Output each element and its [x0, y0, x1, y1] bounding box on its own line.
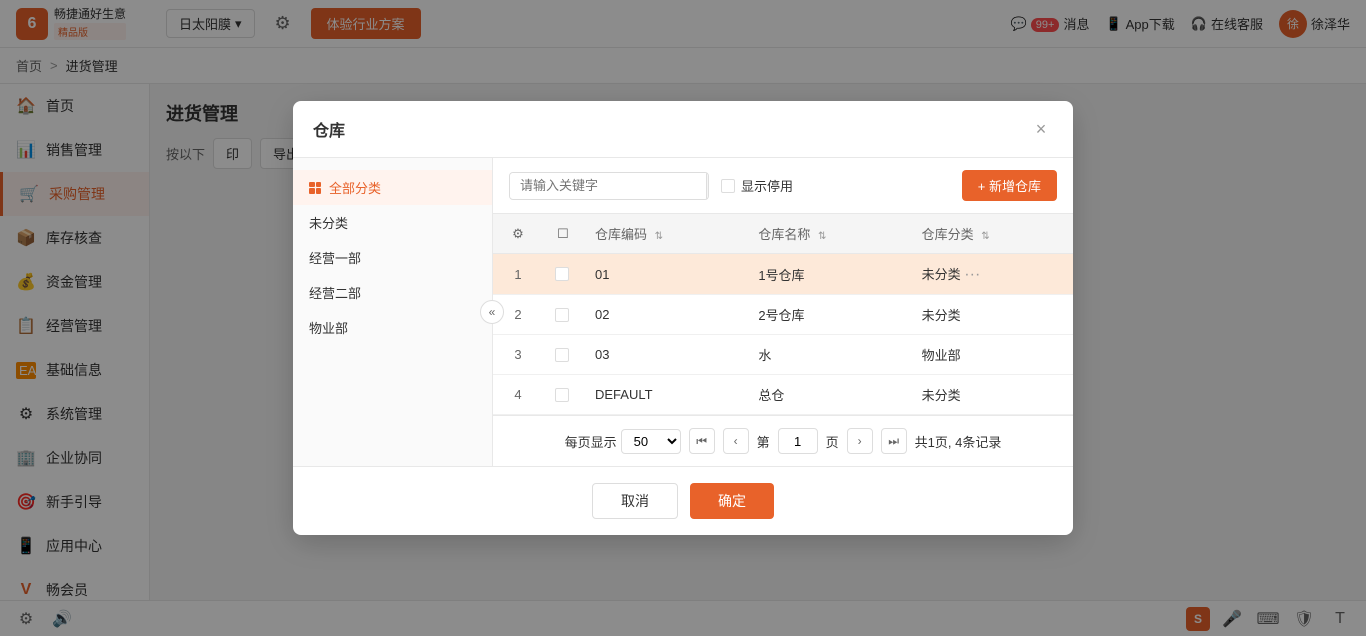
- warehouse-table: ⚙ ☐ 仓库编码 ⇅ 仓库名称 ⇅ 仓库分类 ⇅ 1 01: [493, 214, 1073, 415]
- per-page-dropdown[interactable]: 50 100 200: [621, 429, 681, 454]
- row-category: 物业部 ···: [910, 335, 1073, 375]
- per-page-label: 每页显示: [565, 432, 617, 451]
- row-category: 未分类 ···: [910, 295, 1073, 335]
- add-warehouse-button[interactable]: + 新增仓库: [962, 170, 1057, 201]
- col-code[interactable]: 仓库编码 ⇅: [583, 214, 746, 254]
- row-checkbox[interactable]: [543, 295, 583, 335]
- sort-category-icon[interactable]: ⇅: [981, 231, 989, 242]
- table-row[interactable]: 2 02 2号仓库 未分类 ···: [493, 295, 1073, 335]
- first-page-button[interactable]: ⏮: [689, 428, 715, 454]
- category-prop-label: 物业部: [309, 318, 348, 337]
- row-code: 01: [583, 254, 746, 295]
- row-category: 未分类 ···: [910, 375, 1073, 415]
- row-select-checkbox[interactable]: [555, 308, 569, 322]
- col-settings[interactable]: ⚙: [493, 214, 543, 254]
- right-panel: 🔍 显示停用 + 新增仓库 ⚙: [493, 158, 1073, 466]
- table-row[interactable]: 4 DEFAULT 总仓 未分类 ···: [493, 375, 1073, 415]
- row-index: 1: [493, 254, 543, 295]
- page-suffix: 页: [826, 432, 839, 451]
- dialog-header: 仓库 ×: [293, 101, 1073, 158]
- last-page-button[interactable]: ⏭: [881, 428, 907, 454]
- category-all[interactable]: 全部分类: [293, 170, 492, 205]
- category-op2[interactable]: 经营二部: [293, 275, 492, 310]
- col-checkbox[interactable]: ☐: [543, 214, 583, 254]
- confirm-button[interactable]: 确定: [690, 483, 774, 519]
- row-more-icon[interactable]: ···: [964, 266, 980, 283]
- category-op1[interactable]: 经营一部: [293, 240, 492, 275]
- next-page-button[interactable]: ›: [847, 428, 873, 454]
- search-input[interactable]: [510, 173, 706, 198]
- grid-icon: [309, 182, 321, 194]
- row-name: 总仓: [746, 375, 909, 415]
- col-name[interactable]: 仓库名称 ⇅: [746, 214, 909, 254]
- page-number-input[interactable]: [778, 428, 818, 454]
- row-index: 4: [493, 375, 543, 415]
- category-none[interactable]: 未分类: [293, 205, 492, 240]
- row-code: 03: [583, 335, 746, 375]
- search-button[interactable]: 🔍: [706, 173, 709, 199]
- row-checkbox[interactable]: [543, 375, 583, 415]
- prev-page-button[interactable]: ‹: [723, 428, 749, 454]
- table-container: ⚙ ☐ 仓库编码 ⇅ 仓库名称 ⇅ 仓库分类 ⇅ 1 01: [493, 214, 1073, 415]
- row-name: 水: [746, 335, 909, 375]
- show-disabled-checkbox[interactable]: [721, 179, 735, 193]
- cancel-button[interactable]: 取消: [592, 483, 678, 519]
- row-checkbox[interactable]: [543, 335, 583, 375]
- dialog-body: « 全部分类 未分类 经营一部 经营二部: [293, 158, 1073, 466]
- category-panel: « 全部分类 未分类 经营一部 经营二部: [293, 158, 493, 466]
- row-name: 2号仓库: [746, 295, 909, 335]
- row-name: 1号仓库: [746, 254, 909, 295]
- dialog-title: 仓库: [313, 117, 345, 141]
- category-none-label: 未分类: [309, 213, 348, 232]
- row-select-checkbox[interactable]: [555, 267, 569, 281]
- row-checkbox[interactable]: [543, 254, 583, 295]
- show-disabled-toggle[interactable]: 显示停用: [721, 176, 793, 195]
- sort-name-icon[interactable]: ⇅: [818, 231, 826, 242]
- row-category: 未分类 ···: [910, 254, 1073, 295]
- category-op2-label: 经营二部: [309, 283, 361, 302]
- row-select-checkbox[interactable]: [555, 348, 569, 362]
- dialog-close-button[interactable]: ×: [1029, 117, 1053, 141]
- dialog-footer: 取消 确定: [293, 466, 1073, 535]
- category-prop[interactable]: 物业部: [293, 310, 492, 345]
- table-row[interactable]: 1 01 1号仓库 未分类 ···: [493, 254, 1073, 295]
- collapse-button[interactable]: «: [480, 300, 504, 324]
- warehouse-dialog: 仓库 × « 全部分类 未分类: [293, 101, 1073, 535]
- category-all-label: 全部分类: [329, 178, 381, 197]
- row-code: DEFAULT: [583, 375, 746, 415]
- per-page-select: 每页显示 50 100 200: [565, 429, 681, 454]
- right-toolbar: 🔍 显示停用 + 新增仓库: [493, 158, 1073, 214]
- pagination-bar: 每页显示 50 100 200 ⏮ ‹ 第 页 › ⏭ 共1页, 4条记录: [493, 415, 1073, 466]
- show-disabled-label: 显示停用: [741, 176, 793, 195]
- page-summary: 共1页, 4条记录: [915, 432, 1002, 451]
- search-box: 🔍: [509, 172, 709, 200]
- dialog-overlay: 仓库 × « 全部分类 未分类: [0, 0, 1366, 636]
- col-category[interactable]: 仓库分类 ⇅: [910, 214, 1073, 254]
- sort-code-icon[interactable]: ⇅: [655, 231, 663, 242]
- row-select-checkbox[interactable]: [555, 388, 569, 402]
- row-code: 02: [583, 295, 746, 335]
- table-row[interactable]: 3 03 水 物业部 ···: [493, 335, 1073, 375]
- page-label: 第: [757, 432, 770, 451]
- row-index: 3: [493, 335, 543, 375]
- category-op1-label: 经营一部: [309, 248, 361, 267]
